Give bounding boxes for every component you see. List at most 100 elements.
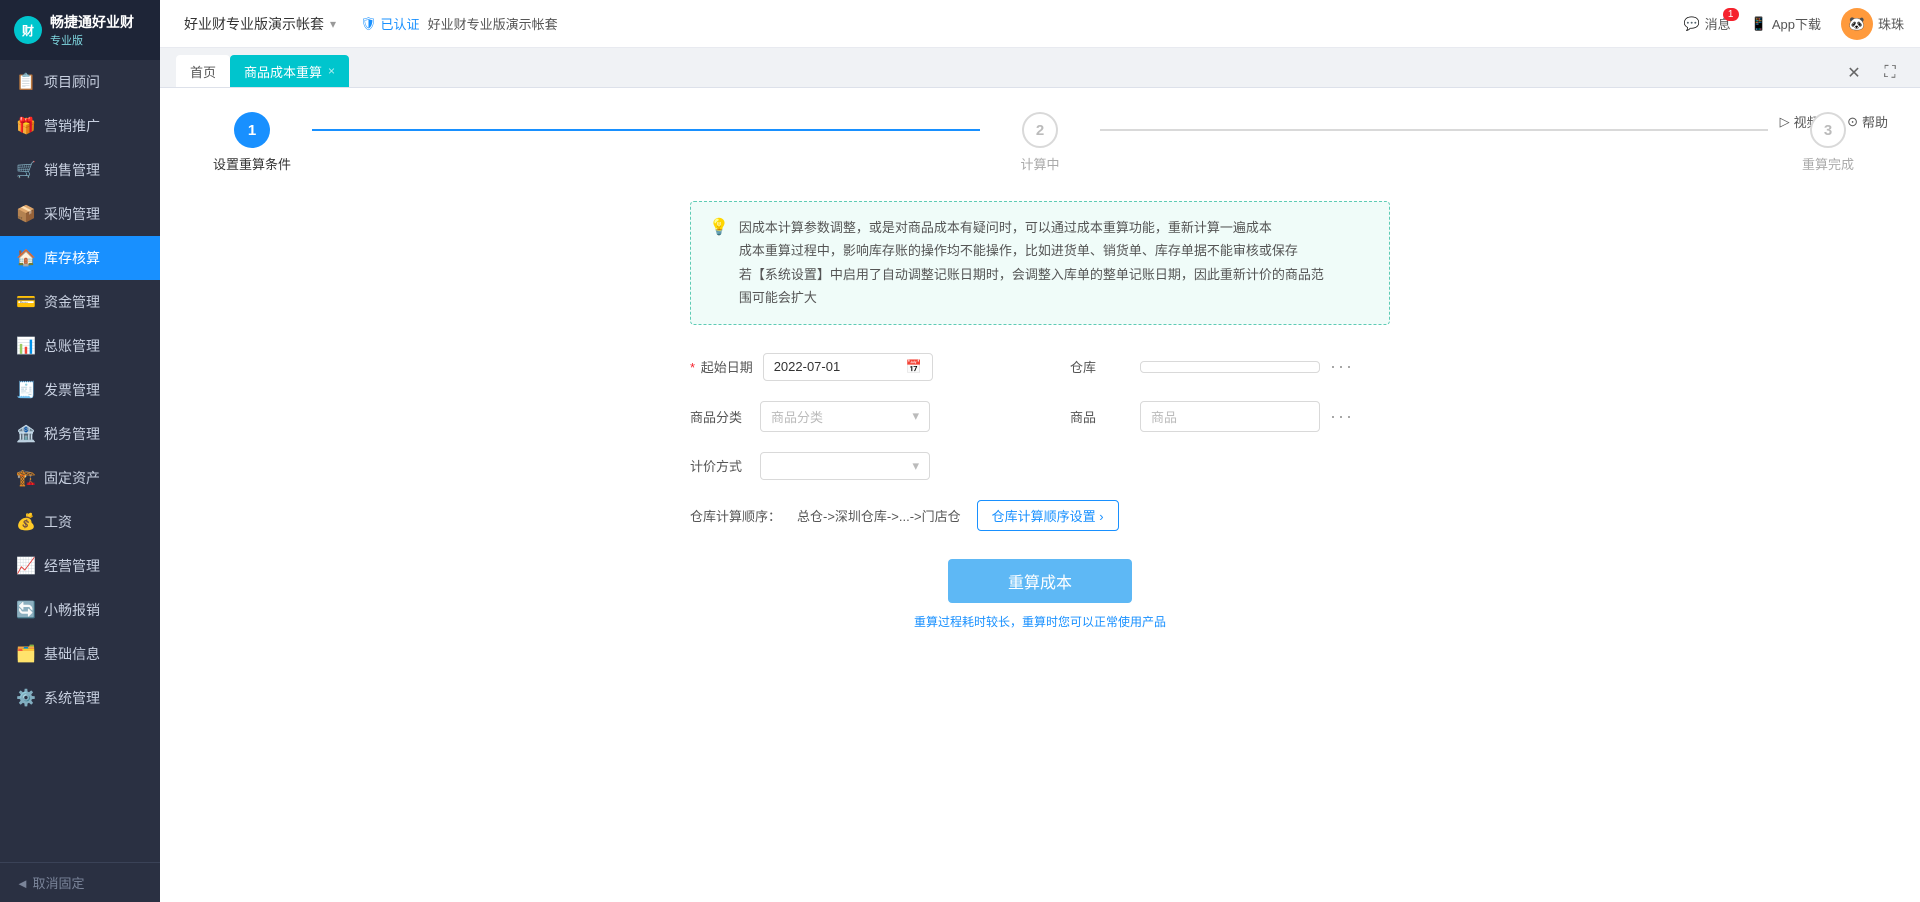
username: 珠珠: [1878, 14, 1904, 33]
marketing-icon: 🎁: [16, 116, 34, 136]
app-download-button[interactable]: 📱 App下载: [1751, 14, 1821, 33]
system-icon: ⚙️: [16, 688, 34, 708]
tab-home-label: 首页: [190, 62, 216, 81]
sales-icon: 🛒: [16, 160, 34, 180]
tab-close-icon[interactable]: ×: [328, 64, 335, 78]
sidebar-item-finance[interactable]: 💳 资金管理: [0, 280, 160, 324]
form-row-1: * 起始日期 2022-07-01 📅 仓库 ···: [690, 353, 1390, 381]
invoice-icon: 🧾: [16, 380, 34, 400]
goods-field: 商品 商品 ···: [1070, 401, 1390, 432]
sidebar-item-label: 采购管理: [44, 204, 100, 224]
sidebar-unpin-button[interactable]: ◄ 取消固定: [0, 862, 160, 902]
category-chevron-icon: ▾: [912, 408, 919, 424]
app-logo-icon: 财: [14, 16, 42, 44]
category-label: 商品分类: [690, 407, 750, 426]
account-selector[interactable]: 好业财专业版演示帐套 ▾: [176, 10, 344, 38]
required-star: *: [690, 360, 695, 375]
form-row-3: 计价方式 ▾: [690, 452, 1390, 480]
sidebar-item-general[interactable]: 📊 总账管理: [0, 324, 160, 368]
basic-icon: 🗂️: [16, 644, 34, 664]
warehouse-order-btn-label: 仓库计算顺序设置 ›: [992, 506, 1104, 525]
warehouse-input[interactable]: [1140, 361, 1320, 373]
sidebar-item-label: 销售管理: [44, 160, 100, 180]
goods-input[interactable]: 商品: [1140, 401, 1320, 432]
step-3: 3 重算完成: [1768, 112, 1888, 173]
tabs-bar: 首页 商品成本重算 × ✕ ⛶: [160, 48, 1920, 88]
sidebar-item-expense[interactable]: 🔄 小畅报销: [0, 588, 160, 632]
warehouse-more-icon[interactable]: ···: [1330, 356, 1354, 377]
mobile-icon: 📱: [1751, 16, 1767, 32]
tab-cost-recalc-label: 商品成本重算: [244, 62, 322, 81]
sidebar-item-label: 系统管理: [44, 688, 100, 708]
recalc-button[interactable]: 重算成本: [948, 559, 1132, 603]
sidebar-item-fixed-assets[interactable]: 🏗️ 固定资产: [0, 456, 160, 500]
step-3-label: 重算完成: [1802, 154, 1854, 173]
message-icon: 💬: [1683, 16, 1699, 32]
expand-window-button[interactable]: ⛶: [1876, 59, 1904, 87]
sidebar-item-inventory[interactable]: 🏠 库存核算: [0, 236, 160, 280]
price-method-select[interactable]: ▾: [760, 452, 930, 480]
sidebar-item-label: 项目顾问: [44, 72, 100, 92]
user-profile[interactable]: 🐼 珠珠: [1841, 8, 1904, 40]
sidebar-item-sales[interactable]: 🛒 销售管理: [0, 148, 160, 192]
shield-icon: 🛡: [360, 16, 377, 32]
sidebar-item-basic[interactable]: 🗂️ 基础信息: [0, 632, 160, 676]
sidebar-item-label: 资金管理: [44, 292, 100, 312]
sidebar-item-system[interactable]: ⚙️ 系统管理: [0, 676, 160, 720]
warehouse-order-settings-button[interactable]: 仓库计算顺序设置 ›: [977, 500, 1119, 531]
operation-icon: 📈: [16, 556, 34, 576]
start-date-input[interactable]: 2022-07-01 📅: [763, 353, 933, 381]
app-logo-text: 畅捷通好业财 专业版: [50, 12, 134, 48]
sidebar-nav: 📋 项目顾问 🎁 营销推广 🛒 销售管理 📦 采购管理 🏠 库存核算 💳 资金管…: [0, 60, 160, 862]
purchase-icon: 📦: [16, 204, 34, 224]
sidebar-item-salary[interactable]: 💰 工资: [0, 500, 160, 544]
message-button[interactable]: 💬 消息 1: [1683, 14, 1730, 33]
goods-more-icon[interactable]: ···: [1330, 406, 1354, 427]
verified-text: 已认证: [381, 14, 420, 33]
sidebar-item-label: 库存核算: [44, 248, 100, 268]
message-badge: 1: [1723, 8, 1739, 21]
account-chevron-icon: ▾: [330, 17, 336, 31]
expense-icon: 🔄: [16, 600, 34, 620]
project-icon: 📋: [16, 72, 34, 92]
topbar: 好业财专业版演示帐套 ▾ 🛡 已认证 好业财专业版演示帐套 💬 消息 1 📱 A…: [160, 0, 1920, 48]
app-download-label: App下载: [1772, 14, 1821, 33]
tab-cost-recalc[interactable]: 商品成本重算 ×: [230, 55, 349, 87]
step-2-label: 计算中: [1020, 154, 1059, 173]
info-box-text: 因成本计算参数调整，或是对商品成本有疑问时，可以通过成本重算功能，重新计算一遍成…: [739, 216, 1324, 310]
sidebar-item-label: 基础信息: [44, 644, 100, 664]
close-window-button[interactable]: ✕: [1840, 59, 1868, 87]
sidebar-item-marketing[interactable]: 🎁 营销推广: [0, 104, 160, 148]
form-section: * 起始日期 2022-07-01 📅 仓库 ···: [690, 353, 1390, 630]
sidebar-item-tax[interactable]: 🏦 税务管理: [0, 412, 160, 456]
app-edition-badge: 专业版: [50, 32, 134, 48]
fixed-assets-icon: 🏗️: [16, 468, 34, 488]
form-row-2: 商品分类 商品分类 ▾ 商品 商品 ···: [690, 401, 1390, 432]
sidebar-item-operation[interactable]: 📈 经营管理: [0, 544, 160, 588]
warehouse-field: 仓库 ···: [1070, 356, 1390, 377]
step-3-circle: 3: [1810, 112, 1846, 148]
info-line-2: 成本重算过程中，影响库存账的操作均不能操作，比如进货单、销货单、库存单据不能审核…: [739, 239, 1324, 262]
sidebar-item-label: 固定资产: [44, 468, 100, 488]
recalc-container: 重算成本 重算过程耗时较长，重算时您可以正常使用产品: [690, 559, 1390, 630]
calendar-icon[interactable]: 📅: [906, 359, 922, 375]
warehouse-order-label: 仓库计算顺序：: [690, 506, 781, 525]
goods-placeholder: 商品: [1151, 407, 1177, 426]
sidebar-logo: 财 畅捷通好业财 专业版: [0, 0, 160, 60]
start-date-label: * 起始日期: [690, 357, 753, 376]
sidebar-item-invoice[interactable]: 🧾 发票管理: [0, 368, 160, 412]
sidebar-item-label: 发票管理: [44, 380, 100, 400]
sidebar-item-project[interactable]: 📋 项目顾问: [0, 60, 160, 104]
price-method-chevron-icon: ▾: [912, 458, 919, 474]
tab-home[interactable]: 首页: [176, 55, 230, 87]
unpin-label: ◄ 取消固定: [16, 873, 84, 892]
sidebar-item-label: 经营管理: [44, 556, 100, 576]
step-1-circle: 1: [234, 112, 270, 148]
sidebar-item-purchase[interactable]: 📦 采购管理: [0, 192, 160, 236]
sidebar-item-label: 营销推广: [44, 116, 100, 136]
goods-label: 商品: [1070, 407, 1130, 426]
steps-container: 1 设置重算条件 2 计算中 3 重算完成: [192, 112, 1888, 173]
lightbulb-icon: 💡: [709, 217, 729, 310]
verified-badge: 🛡 已认证: [360, 14, 420, 33]
category-select[interactable]: 商品分类 ▾: [760, 401, 930, 432]
